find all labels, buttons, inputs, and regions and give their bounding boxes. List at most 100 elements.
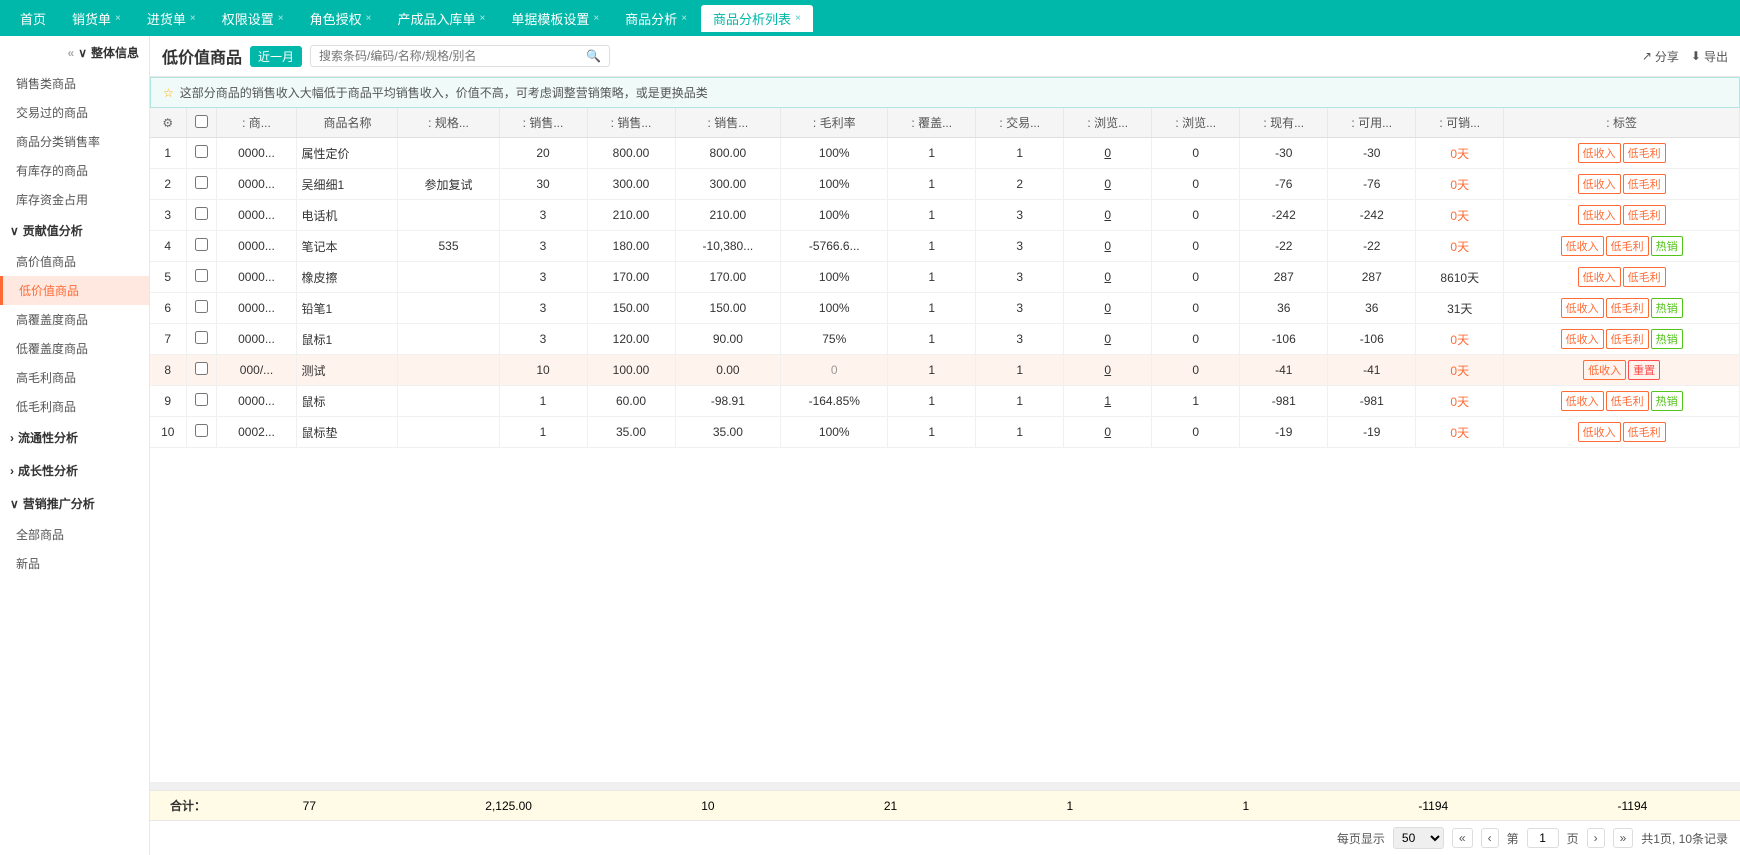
row-checkbox-cell[interactable] [186, 200, 216, 231]
sidebar-group-contribution[interactable]: ∨ 贡献值分析 [0, 214, 149, 247]
share-button[interactable]: ↗ 分享 [1642, 48, 1679, 65]
row-checkbox[interactable] [195, 331, 208, 344]
last-page-button[interactable]: » [1613, 828, 1634, 848]
nav-sales-order[interactable]: 销货单 × [60, 5, 133, 32]
col-gross-margin[interactable]: : 毛利率 [781, 108, 888, 138]
export-button[interactable]: ⬇ 导出 [1691, 48, 1728, 65]
row-browse1[interactable]: 0 [1064, 231, 1152, 262]
per-page-select[interactable]: 50 100 200 [1393, 827, 1444, 849]
row-checkbox[interactable] [195, 362, 208, 375]
col-sellable[interactable]: : 可销... [1416, 108, 1504, 138]
filter-recent-month[interactable]: 近一月 [250, 46, 302, 67]
row-checkbox[interactable] [195, 207, 208, 220]
close-icon[interactable]: × [593, 13, 599, 24]
col-spec[interactable]: : 规格... [398, 108, 499, 138]
row-browse1[interactable]: 0 [1064, 293, 1152, 324]
nav-product-analysis-list[interactable]: 商品分析列表 × [701, 5, 813, 32]
row-checkbox[interactable] [195, 393, 208, 406]
row-browse1[interactable]: 0 [1064, 138, 1152, 169]
horizontal-scrollbar[interactable] [150, 782, 1740, 790]
row-checkbox-cell[interactable] [186, 293, 216, 324]
nav-template-settings[interactable]: 单据模板设置 × [499, 5, 611, 32]
nav-product-analysis[interactable]: 商品分析 × [613, 5, 699, 32]
sidebar-item-low-margin[interactable]: 低毛利商品 [0, 392, 149, 421]
sidebar-item-sales-products[interactable]: 销售类商品 [0, 69, 149, 98]
close-icon[interactable]: × [366, 13, 372, 24]
close-icon[interactable]: × [479, 13, 485, 24]
row-checkbox-cell[interactable] [186, 138, 216, 169]
row-checkbox[interactable] [195, 300, 208, 313]
col-transaction[interactable]: : 交易... [976, 108, 1064, 138]
row-browse1[interactable]: 0 [1064, 200, 1152, 231]
sidebar-item-high-coverage[interactable]: 高覆盖度商品 [0, 305, 149, 334]
sidebar-item-high-value[interactable]: 高价值商品 [0, 247, 149, 276]
close-icon[interactable]: × [115, 13, 121, 24]
col-name[interactable]: 商品名称 [297, 108, 398, 138]
nav-permissions[interactable]: 权限设置 × [210, 5, 296, 32]
sidebar-item-category-sales-rate[interactable]: 商品分类销售率 [0, 127, 149, 156]
nav-purchase-order[interactable]: 进货单 × [135, 5, 208, 32]
row-checkbox-cell[interactable] [186, 324, 216, 355]
col-available[interactable]: : 可用... [1328, 108, 1416, 138]
col-browse2[interactable]: : 浏览... [1152, 108, 1240, 138]
settings-icon[interactable]: ⚙ [162, 116, 173, 130]
row-browse1[interactable]: 0 [1064, 355, 1152, 386]
close-icon[interactable]: × [681, 13, 687, 24]
search-input[interactable] [319, 49, 582, 63]
col-sales-avg[interactable]: : 销售... [675, 108, 781, 138]
sidebar-item-stocked-products[interactable]: 有库存的商品 [0, 156, 149, 185]
col-sales-qty[interactable]: : 销售... [499, 108, 587, 138]
col-tags[interactable]: : 标签 [1504, 108, 1740, 138]
nav-home[interactable]: 首页 [8, 5, 58, 32]
close-icon[interactable]: × [190, 13, 196, 24]
sidebar-item-low-value[interactable]: 低价值商品 [0, 276, 149, 305]
row-checkbox-cell[interactable] [186, 386, 216, 417]
row-browse1[interactable]: 0 [1064, 169, 1152, 200]
first-page-button[interactable]: « [1452, 828, 1473, 848]
sidebar-item-high-margin[interactable]: 高毛利商品 [0, 363, 149, 392]
sidebar-group-circulation[interactable]: › 流通性分析 [0, 421, 149, 454]
row-code: 0000... [216, 262, 297, 293]
col-current-stock[interactable]: : 现有... [1240, 108, 1328, 138]
col-browse1[interactable]: : 浏览... [1064, 108, 1152, 138]
row-checkbox[interactable] [195, 145, 208, 158]
row-browse1[interactable]: 1 [1064, 386, 1152, 417]
nav-product-inbound[interactable]: 产成品入库单 × [385, 5, 497, 32]
row-checkbox-cell[interactable] [186, 355, 216, 386]
search-icon[interactable]: 🔍 [586, 49, 601, 63]
col-coverage[interactable]: : 覆盖... [888, 108, 976, 138]
col-code[interactable]: : 商... [216, 108, 297, 138]
sidebar-item-low-coverage[interactable]: 低覆盖度商品 [0, 334, 149, 363]
row-checkbox-cell[interactable] [186, 417, 216, 448]
nav-role-auth[interactable]: 角色授权 × [298, 5, 384, 32]
row-checkbox[interactable] [195, 269, 208, 282]
select-all-checkbox[interactable] [195, 115, 208, 128]
page-suffix: 页 [1567, 830, 1579, 847]
row-browse1[interactable]: 0 [1064, 262, 1152, 293]
sidebar-group-marketing[interactable]: ∨ 营销推广分析 [0, 487, 149, 520]
row-checkbox[interactable] [195, 424, 208, 437]
sidebar-item-traded-products[interactable]: 交易过的商品 [0, 98, 149, 127]
row-checkbox-cell[interactable] [186, 262, 216, 293]
collapse-icon[interactable]: « [68, 46, 75, 60]
row-browse1[interactable]: 0 [1064, 417, 1152, 448]
sidebar-group-growth[interactable]: › 成长性分析 [0, 454, 149, 487]
row-checkbox[interactable] [195, 238, 208, 251]
row-browse1[interactable]: 0 [1064, 324, 1152, 355]
sidebar-group-overall[interactable]: « ∨ 整体信息 [0, 36, 149, 69]
page-input[interactable] [1527, 828, 1559, 848]
row-browse2: 0 [1152, 138, 1240, 169]
row-checkbox-cell[interactable] [186, 231, 216, 262]
next-page-button[interactable]: › [1587, 828, 1605, 848]
close-icon[interactable]: × [795, 13, 801, 24]
tag-label: 热销 [1651, 329, 1683, 349]
sidebar-item-stock-capital[interactable]: 库存资金占用 [0, 185, 149, 214]
row-checkbox-cell[interactable] [186, 169, 216, 200]
sidebar-item-new-products[interactable]: 新品 [0, 549, 149, 578]
prev-page-button[interactable]: ‹ [1481, 828, 1499, 848]
col-sales-amount[interactable]: : 销售... [587, 108, 675, 138]
close-icon[interactable]: × [278, 13, 284, 24]
col-gear[interactable]: ⚙ [150, 108, 186, 138]
sidebar-item-all-products[interactable]: 全部商品 [0, 520, 149, 549]
row-checkbox[interactable] [195, 176, 208, 189]
